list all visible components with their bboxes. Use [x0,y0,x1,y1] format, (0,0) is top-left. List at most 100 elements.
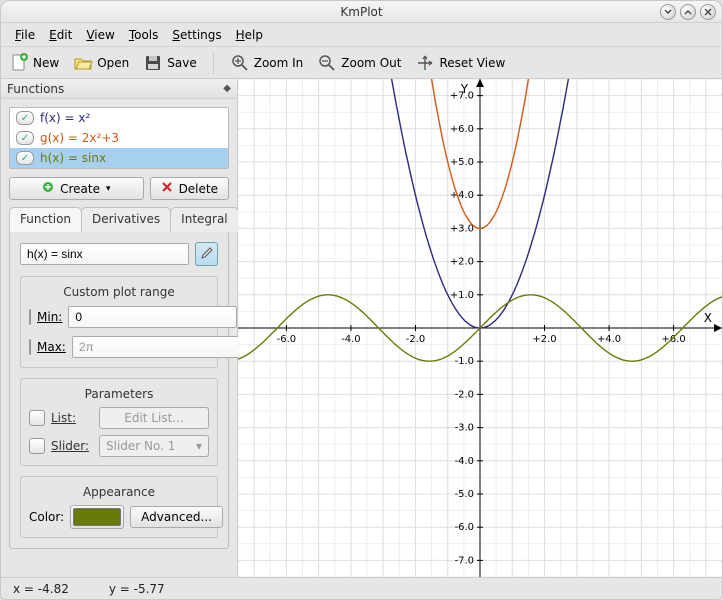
zoom-in-icon [230,53,250,73]
max-checkbox[interactable] [29,339,31,355]
statusbar: x = -4.82 y = -5.77 [1,577,722,599]
zoom-in-label: Zoom In [254,56,304,70]
svg-text:+2.0: +2.0 [450,257,474,268]
svg-text:+6.0: +6.0 [662,334,686,345]
tabs: Function Derivatives Integral [1,206,237,231]
chevron-down-icon: ▾ [196,439,202,453]
advanced-button[interactable]: Advanced... [130,506,223,528]
function-list[interactable]: ✓ f(x) = x² ✓ g(x) = 2x²+3 ✓ h(x) = sinx [9,107,229,169]
list-label: List: [51,411,93,425]
svg-text:-2.0: -2.0 [406,334,425,345]
reset-view-label: Reset View [439,56,505,70]
svg-text:-4.0: -4.0 [455,456,474,467]
menu-settings[interactable]: Settings [166,26,227,44]
chevron-down-icon: ▾ [106,184,111,194]
color-swatch [73,508,121,526]
function-checkbox[interactable]: ✓ [16,151,34,165]
pencil-icon [200,246,214,263]
color-picker-button[interactable] [70,505,124,529]
slider-label: Slider: [51,439,93,453]
close-button[interactable] [700,4,716,20]
edit-list-button: Edit List... [99,407,209,429]
svg-text:-5.0: -5.0 [455,489,474,500]
function-checkbox[interactable]: ✓ [16,131,34,145]
new-button[interactable]: New [9,53,59,73]
save-label: Save [167,56,196,70]
min-checkbox[interactable] [29,309,31,325]
delete-button[interactable]: Delete [150,177,229,200]
delete-label: Delete [179,182,218,196]
svg-text:+1.0: +1.0 [450,290,474,301]
svg-text:+5.0: +5.0 [450,157,474,168]
max-input[interactable] [72,336,241,358]
minimize-button[interactable] [660,4,676,20]
function-row[interactable]: ✓ g(x) = 2x²+3 [10,128,228,148]
slider-combo: Slider No. 1▾ [99,435,209,457]
create-button[interactable]: Create ▾ [9,177,144,200]
plot-area[interactable]: -6.0 -4.0 -2.0 +2.0 +4.0 +6.0 -7.0 -6.0 -5.0 -4.0… [238,79,722,577]
function-row[interactable]: ✓ f(x) = x² [10,108,228,128]
parameters-group: Parameters List: Edit List... Slider: Sl… [20,378,218,466]
collapse-icon[interactable]: ◆ [223,83,231,94]
function-expr: h(x) = sinx [40,151,106,165]
edit-equation-button[interactable] [195,242,218,266]
function-row[interactable]: ✓ h(x) = sinx [10,148,228,168]
function-expr: g(x) = 2x²+3 [40,131,119,145]
save-icon [143,53,163,73]
sidebar: Functions ◆ ✓ f(x) = x² ✓ g(x) = 2x²+3 ✓ h(x)… [1,79,238,577]
reset-view-icon [415,53,435,73]
maximize-button[interactable] [680,4,696,20]
function-panel: Custom plot range Min: Max: [9,231,229,549]
status-y: y = -5.77 [109,582,165,596]
delete-icon [161,181,173,196]
plot-canvas: -6.0 -4.0 -2.0 +2.0 +4.0 +6.0 -7.0 -6.0 -5.0 -4.0… [238,79,722,577]
function-expr: f(x) = x² [40,111,90,125]
svg-text:+2.0: +2.0 [532,334,556,345]
tab-function[interactable]: Function [9,207,82,232]
svg-text:-6.0: -6.0 [455,522,474,533]
tab-integral[interactable]: Integral [170,207,238,232]
menu-file[interactable]: File [9,26,41,44]
open-button[interactable]: Open [73,53,129,73]
zoom-out-icon [317,53,337,73]
menu-tools[interactable]: Tools [123,26,165,44]
save-button[interactable]: Save [143,53,196,73]
svg-text:+4.0: +4.0 [597,334,621,345]
svg-text:+3.0: +3.0 [450,223,474,234]
status-x: x = -4.82 [13,582,69,596]
equation-input[interactable] [20,243,189,265]
menu-view[interactable]: View [80,26,120,44]
appearance-caption: Appearance [29,485,209,499]
svg-text:X: X [704,311,712,325]
svg-text:+6.0: +6.0 [450,124,474,135]
color-label: Color: [29,510,64,524]
parameters-caption: Parameters [29,387,209,401]
zoom-out-button[interactable]: Zoom Out [317,53,401,73]
reset-view-button[interactable]: Reset View [415,53,505,73]
titlebar: KmPlot [1,1,722,23]
zoom-in-button[interactable]: Zoom In [230,53,304,73]
plot-range-caption: Custom plot range [29,285,209,299]
menubar: File Edit View Tools Settings Help [1,23,722,47]
function-checkbox[interactable]: ✓ [16,111,34,125]
appearance-group: Appearance Color: Advanced... [20,476,218,538]
slider-checkbox[interactable] [29,438,45,454]
min-input[interactable] [68,306,237,328]
svg-text:-1.0: -1.0 [455,356,474,367]
svg-text:Y: Y [460,82,469,96]
svg-text:-4.0: -4.0 [341,334,360,345]
svg-text:-6.0: -6.0 [277,334,296,345]
svg-text:-3.0: -3.0 [455,423,474,434]
menu-edit[interactable]: Edit [43,26,78,44]
svg-text:+4.0: +4.0 [450,190,474,201]
new-icon [9,53,29,73]
svg-text:-7.0: -7.0 [455,555,474,566]
tab-derivatives[interactable]: Derivatives [81,207,171,232]
list-checkbox[interactable] [29,410,45,426]
toolbar-separator [213,52,214,74]
min-label: Min: [37,310,62,324]
zoom-out-label: Zoom Out [341,56,401,70]
functions-header: Functions ◆ [1,79,237,99]
menu-help[interactable]: Help [230,26,269,44]
window-title: KmPlot [340,5,382,19]
